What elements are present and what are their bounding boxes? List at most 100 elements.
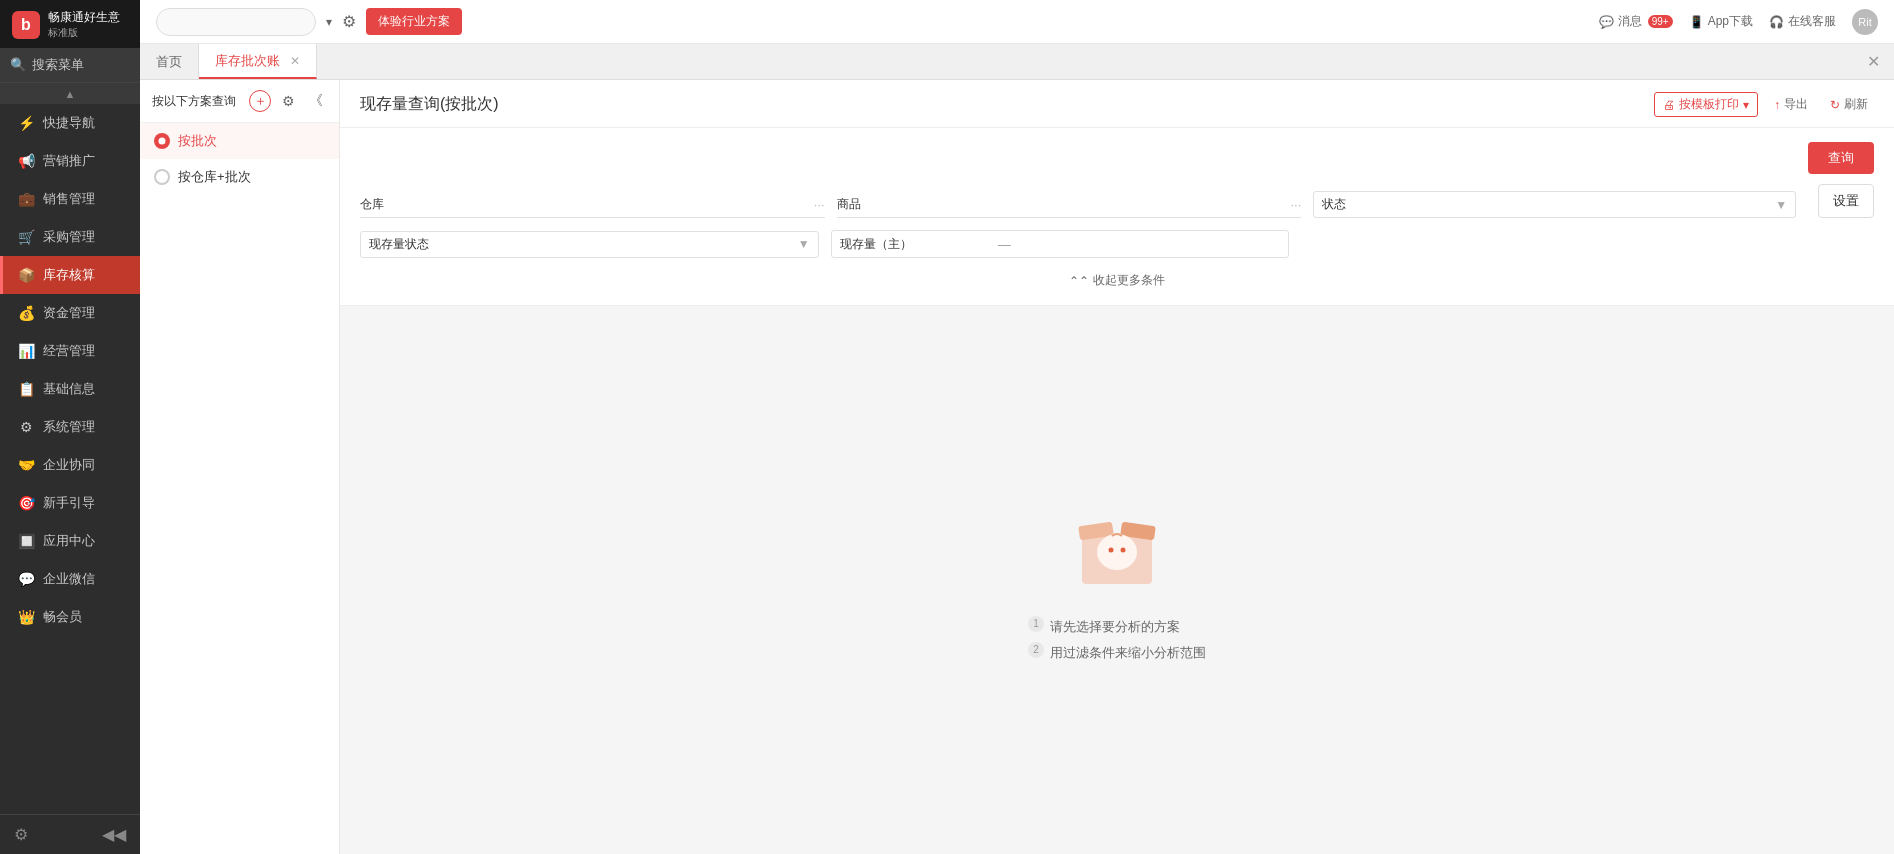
refresh-btn[interactable]: ↻ 刷新: [1824, 93, 1874, 116]
online-service-btn[interactable]: 🎧 在线客服: [1769, 13, 1836, 30]
sidebar-item-marketing[interactable]: 📢 营销推广: [0, 142, 140, 180]
message-icon: 💬: [1599, 15, 1614, 29]
sidebar-item-weixin[interactable]: 💬 企业微信: [0, 560, 140, 598]
collapse-more-btn[interactable]: ⌃⌃ 收起更多条件: [360, 266, 1874, 291]
topbar: ▾ ⚙ 体验行业方案 💬 消息 99+ 📱 App下载 🎧 在线客服 Rit: [140, 0, 1894, 44]
left-panel: 按以下方案查询 ＋ ⚙ 《 按批次 按仓库+批次: [140, 80, 340, 854]
messages-btn[interactable]: 💬 消息 99+: [1599, 13, 1673, 30]
sidebar-item-operations[interactable]: 📊 经营管理: [0, 332, 140, 370]
sidebar-item-member[interactable]: 👑 畅会员: [0, 598, 140, 636]
tab-home-label: 首页: [156, 53, 182, 71]
sidebar-item-label: 销售管理: [43, 190, 95, 208]
topbar-dropdown-arrow[interactable]: ▾: [326, 15, 332, 29]
user-avatar: Rit: [1852, 9, 1878, 35]
goods-input[interactable]: [865, 195, 1291, 213]
sidebar-item-label: 快捷导航: [43, 114, 95, 132]
status-arrow-icon[interactable]: ▼: [1775, 198, 1787, 212]
print-dropdown-icon[interactable]: ▾: [1743, 98, 1749, 112]
sidebar-item-basics[interactable]: 📋 基础信息: [0, 370, 140, 408]
tab-home[interactable]: 首页: [140, 44, 199, 79]
collapse-label: 收起更多条件: [1093, 272, 1165, 289]
warehouse-input[interactable]: [388, 195, 814, 213]
warehouse-label: 仓库: [360, 196, 388, 213]
query-btn[interactable]: 查询: [1808, 142, 1874, 174]
sidebar-item-system[interactable]: ⚙ 系统管理: [0, 408, 140, 446]
scheme-settings-btn[interactable]: ⚙: [277, 90, 299, 112]
user-name: Rit: [1858, 16, 1871, 28]
template-print-btn[interactable]: 🖨 按模板打印 ▾: [1654, 92, 1758, 117]
scroll-up-btn[interactable]: ▲: [0, 83, 140, 104]
sidebar-item-label: 采购管理: [43, 228, 95, 246]
export-label: 导出: [1784, 96, 1808, 113]
sidebar-item-label: 企业协同: [43, 456, 95, 474]
tab-close-btn[interactable]: ✕: [290, 55, 300, 67]
export-icon: ↑: [1774, 98, 1780, 112]
sidebar-item-purchase[interactable]: 🛒 采购管理: [0, 218, 140, 256]
add-scheme-btn[interactable]: ＋: [249, 90, 271, 112]
sidebar-item-finance[interactable]: 💰 资金管理: [0, 294, 140, 332]
messages-badge: 99+: [1648, 15, 1673, 28]
system-icon: ⚙: [17, 419, 35, 435]
warehouse-more-btn[interactable]: ···: [814, 197, 825, 212]
left-panel-item-batch[interactable]: 按批次: [140, 123, 339, 159]
weixin-icon: 💬: [17, 571, 35, 587]
sidebar-item-label: 资金管理: [43, 304, 95, 322]
empty-hint-1: 请先选择要分析的方案: [1050, 614, 1180, 640]
sidebar-item-quick-nav[interactable]: ⚡ 快捷导航: [0, 104, 140, 142]
goods-field: 商品 ···: [837, 195, 1302, 218]
sidebar-item-guide[interactable]: 🎯 新手引导: [0, 484, 140, 522]
sidebar-item-app-center[interactable]: 🔲 应用中心: [0, 522, 140, 560]
app-download-btn[interactable]: 📱 App下载: [1689, 13, 1753, 30]
topbar-settings-icon[interactable]: ⚙: [342, 12, 356, 31]
svg-point-5: [1109, 548, 1114, 553]
sidebar-nav: ⚡ 快捷导航 📢 营销推广 💼 销售管理 🛒 采购管理 📦 库存核算 💰 资金管…: [0, 104, 140, 814]
export-btn[interactable]: ↑ 导出: [1768, 93, 1814, 116]
topbar-search-input[interactable]: [156, 8, 316, 36]
left-panel-title: 按以下方案查询: [152, 93, 236, 110]
online-service-label: 在线客服: [1788, 13, 1836, 30]
sidebar-item-inventory[interactable]: 📦 库存核算: [0, 256, 140, 294]
content-area: 按以下方案查询 ＋ ⚙ 《 按批次 按仓库+批次: [140, 80, 1894, 854]
marketing-icon: 📢: [17, 153, 35, 169]
empty-hints: 1 请先选择要分析的方案 2 用过滤条件来缩小分析范围: [1028, 614, 1206, 666]
operations-icon: 📊: [17, 343, 35, 359]
sidebar-search-label: 搜索菜单: [32, 56, 84, 74]
collapse-arrow-icon: ⌃⌃: [1069, 274, 1089, 288]
left-panel-item-label: 按仓库+批次: [178, 168, 251, 186]
app-logo: b: [12, 11, 40, 39]
topbar-left: ▾ ⚙ 体验行业方案: [156, 8, 462, 36]
page-title: 现存量查询(按批次): [360, 94, 499, 115]
filter-settings-btn[interactable]: 设置: [1818, 184, 1874, 218]
inventory-icon: 📦: [17, 267, 35, 283]
stock-qty-max-input[interactable]: [1017, 235, 1097, 253]
member-icon: 👑: [17, 609, 35, 625]
sidebar-item-label: 基础信息: [43, 380, 95, 398]
stock-qty-min-input[interactable]: [912, 235, 992, 253]
print-label: 按模板打印: [1679, 96, 1739, 113]
app-download-icon: 📱: [1689, 15, 1704, 29]
filter-action-btns: 查询 设置: [1808, 142, 1874, 218]
basics-icon: 📋: [17, 381, 35, 397]
empty-hint-2: 用过滤条件来缩小分析范围: [1050, 640, 1206, 666]
sidebar-item-enterprise[interactable]: 🤝 企业协同: [0, 446, 140, 484]
tab-inventory-batch-label: 库存批次账: [215, 52, 280, 70]
tab-panel-close-btn[interactable]: ✕: [1853, 52, 1894, 71]
user-avatar-btn[interactable]: Rit: [1852, 9, 1878, 35]
goods-more-btn[interactable]: ···: [1291, 197, 1302, 212]
experience-btn[interactable]: 体验行业方案: [366, 8, 462, 35]
stock-status-arrow[interactable]: ▼: [798, 237, 810, 251]
filter-area: 仓库 ··· 商品 ··· 状态 ▼: [340, 128, 1894, 306]
collapse-left-btn[interactable]: 《: [305, 90, 327, 112]
tab-inventory-batch[interactable]: 库存批次账 ✕: [199, 44, 317, 79]
settings-footer-icon[interactable]: ⚙: [14, 825, 28, 844]
sidebar-search[interactable]: 🔍 搜索菜单: [0, 48, 140, 83]
sidebar-item-label: 畅会员: [43, 608, 82, 626]
left-panel-item-warehouse-batch[interactable]: 按仓库+批次: [140, 159, 339, 195]
hint-num-2: 2: [1028, 642, 1044, 658]
stock-qty-field: 现存量（主） —: [831, 230, 1290, 258]
left-panel-header-actions: ＋ ⚙ 《: [249, 90, 327, 112]
page-actions: 🖨 按模板打印 ▾ ↑ 导出 ↻ 刷新: [1654, 92, 1874, 117]
collapse-sidebar-btn[interactable]: ◀◀: [102, 825, 126, 844]
app-brand: 畅康通好生意: [48, 10, 120, 26]
sidebar-item-sales[interactable]: 💼 销售管理: [0, 180, 140, 218]
